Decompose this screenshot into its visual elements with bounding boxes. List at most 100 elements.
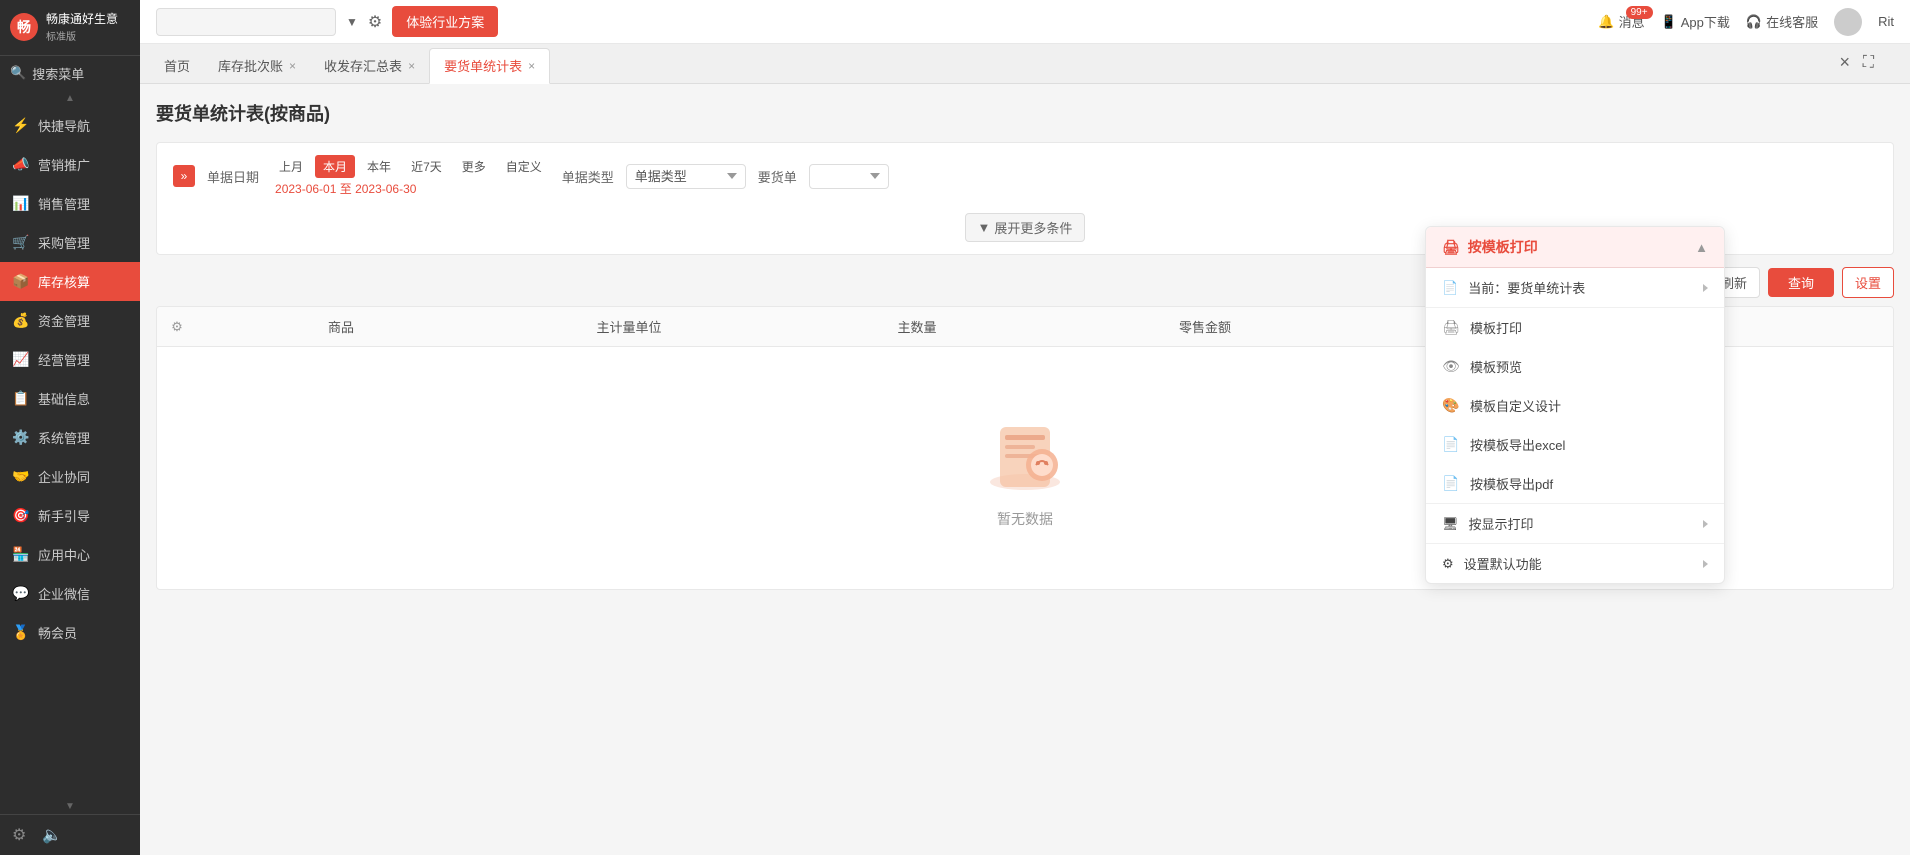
table-settings-icon[interactable]: ⚙ <box>157 319 197 335</box>
app-version: 标准版 <box>46 28 118 43</box>
sidebar-item-label: 采购管理 <box>38 233 90 252</box>
filter-expand-arrow[interactable]: » <box>173 165 195 187</box>
type-label: 单据类型 <box>562 167 614 186</box>
sidebar-settings-icon[interactable]: ⚙ <box>12 825 26 845</box>
tabs-expand-icon[interactable]: ⛶ <box>1863 54 1874 72</box>
page-title: 要货单统计表(按商品) <box>156 100 1894 126</box>
template-design-label: 模板自定义设计 <box>1470 396 1561 415</box>
date-btn-last-month[interactable]: 上月 <box>271 155 311 178</box>
col-product: 商品 <box>197 317 485 336</box>
current-template-item[interactable]: 📄 当前：要货单统计表 <box>1426 268 1724 307</box>
quick-nav-icon: ⚡ <box>12 116 30 134</box>
sidebar-item-label: 库存核算 <box>38 272 90 291</box>
tabs-close-all[interactable]: × <box>1839 52 1850 73</box>
headset-icon: 🎧 <box>1746 14 1762 30</box>
sidebar-item-appstore[interactable]: 🏪 应用中心 <box>0 535 140 574</box>
tab-batch-account-close[interactable]: × <box>289 59 296 73</box>
topbar-settings-icon[interactable]: ⚙ <box>368 12 382 32</box>
wxbiz-icon: 💬 <box>12 584 30 602</box>
tab-collection-summary[interactable]: 收发存汇总表 × <box>310 48 429 84</box>
expand-more-btn[interactable]: ▼ 展开更多条件 <box>965 213 1086 242</box>
sidebar-item-purchase[interactable]: 🛒 采购管理 <box>0 223 140 262</box>
tab-batch-account[interactable]: 库存批次账 × <box>204 48 310 84</box>
display-print-item[interactable]: 🖥 按显示打印 <box>1426 504 1724 543</box>
date-range-display: 2023-06-01 至 2023-06-30 <box>271 180 416 197</box>
tab-collection-summary-close[interactable]: × <box>408 59 415 73</box>
online-service-btn[interactable]: 🎧 在线客服 <box>1746 12 1818 31</box>
current-template-chevron <box>1703 284 1708 292</box>
sidebar-item-label: 应用中心 <box>38 545 90 564</box>
search-menu[interactable]: 🔍 搜索菜单 <box>0 56 140 91</box>
template-print-item[interactable]: 🖨 模板打印 <box>1426 308 1724 347</box>
order-type-label: 要货单 <box>758 167 797 186</box>
sidebar-item-inventory[interactable]: 📦 库存核算 <box>0 262 140 301</box>
date-range-text: 2023-06-01 至 2023-06-30 <box>275 180 416 197</box>
sidebar-item-wxbiz[interactable]: 💬 企业微信 <box>0 574 140 613</box>
search-label: 搜索菜单 <box>32 64 84 83</box>
sidebar-item-finance[interactable]: 💰 资金管理 <box>0 301 140 340</box>
avatar[interactable] <box>1834 8 1862 36</box>
date-btn-this-month[interactable]: 本月 <box>315 155 355 178</box>
print-dropdown-title: 按模板打印 <box>1468 237 1538 257</box>
topbar-dropdown[interactable]: ▼ <box>346 15 358 29</box>
sidebar-nav: ⚡ 快捷导航 📣 营销推广 📊 销售管理 🛒 采购管理 📦 库存核算 💰 资金管… <box>0 106 140 799</box>
sidebar-scroll-up[interactable]: ▲ <box>0 91 140 106</box>
date-btn-custom[interactable]: 自定义 <box>498 155 550 178</box>
trial-btn[interactable]: 体验行业方案 <box>392 6 498 37</box>
finance-icon: 💰 <box>12 311 30 329</box>
print-dropdown-header: 🖨 按模板打印 ▲ <box>1426 227 1724 268</box>
order-type-select[interactable] <box>809 164 889 189</box>
sidebar-item-quick-nav[interactable]: ⚡ 快捷导航 <box>0 106 140 145</box>
export-excel-label: 按模板导出excel <box>1470 435 1565 454</box>
export-excel-item[interactable]: 📄 按模板导出excel <box>1426 425 1724 464</box>
tab-order-stats[interactable]: 要货单统计表 × <box>429 48 550 84</box>
tab-collection-summary-label: 收发存汇总表 <box>324 56 402 75</box>
sidebar-item-marketing[interactable]: 📣 营销推广 <box>0 145 140 184</box>
tab-home-label: 首页 <box>164 56 190 75</box>
date-btn-7days[interactable]: 近7天 <box>403 155 450 178</box>
sidebar-item-label: 企业协同 <box>38 467 90 486</box>
tab-order-stats-close[interactable]: × <box>528 59 535 73</box>
messages-btn[interactable]: 🔔 消息 99+ <box>1598 12 1644 31</box>
topbar-search-input[interactable] <box>156 8 336 36</box>
export-excel-icon: 📄 <box>1442 436 1460 454</box>
set-default-chevron <box>1703 560 1708 568</box>
export-pdf-item[interactable]: 📄 按模板导出pdf <box>1426 464 1724 503</box>
empty-text: 暂无数据 <box>997 509 1053 529</box>
sidebar-item-cooperation[interactable]: 🤝 企业协同 <box>0 457 140 496</box>
export-pdf-icon: 📄 <box>1442 475 1460 493</box>
settings-btn[interactable]: 设置 <box>1842 267 1894 298</box>
sidebar-item-sales[interactable]: 📊 销售管理 <box>0 184 140 223</box>
print-dropdown-close-area[interactable]: ▲ <box>1695 240 1708 255</box>
sidebar-item-label: 系统管理 <box>38 428 90 447</box>
sidebar-scroll-down[interactable]: ▼ <box>0 799 140 814</box>
tab-order-stats-label: 要货单统计表 <box>444 56 522 75</box>
col-quantity: 主数量 <box>773 317 1061 336</box>
online-service-label: 在线客服 <box>1766 12 1818 31</box>
query-btn[interactable]: 查询 <box>1768 268 1834 297</box>
template-preview-item[interactable]: 👁 模板预览 <box>1426 347 1724 386</box>
current-template-left: 📄 当前：要货单统计表 <box>1442 278 1585 297</box>
sidebar-item-label: 营销推广 <box>38 155 90 174</box>
date-btn-this-year[interactable]: 本年 <box>359 155 399 178</box>
set-default-item[interactable]: ⚙ 设置默认功能 <box>1426 544 1724 583</box>
sidebar-item-membership[interactable]: 🏅 畅会员 <box>0 613 140 652</box>
sidebar-item-system[interactable]: ⚙️ 系统管理 <box>0 418 140 457</box>
template-design-item[interactable]: 🎨 模板自定义设计 <box>1426 386 1724 425</box>
tab-home[interactable]: 首页 <box>150 48 204 84</box>
sidebar-item-basic[interactable]: 📋 基础信息 <box>0 379 140 418</box>
membership-icon: 🏅 <box>12 623 30 641</box>
tabs-bar: 首页 库存批次账 × 收发存汇总表 × 要货单统计表 × × ⛶ <box>140 44 1910 84</box>
sidebar-item-guide[interactable]: 🎯 新手引导 <box>0 496 140 535</box>
system-icon: ⚙️ <box>12 428 30 446</box>
sidebar-item-operations[interactable]: 📈 经营管理 <box>0 340 140 379</box>
set-default-left: ⚙ 设置默认功能 <box>1442 554 1542 573</box>
type-select[interactable]: 单据类型 <box>626 164 746 189</box>
app-download-btn[interactable]: 📱 App下载 <box>1661 12 1730 31</box>
display-print-label: 按显示打印 <box>1469 514 1534 533</box>
user-name: Rit <box>1878 14 1894 29</box>
sidebar-sound-icon[interactable]: 🔈 <box>42 825 62 845</box>
print-dropdown: 🖨 按模板打印 ▲ 📄 当前：要货单统计表 🖨 <box>1425 226 1725 584</box>
date-filter-group: 上月 本月 本年 近7天 更多 自定义 2023-06-01 至 2023-06… <box>271 155 550 197</box>
date-btn-more[interactable]: 更多 <box>454 155 494 178</box>
